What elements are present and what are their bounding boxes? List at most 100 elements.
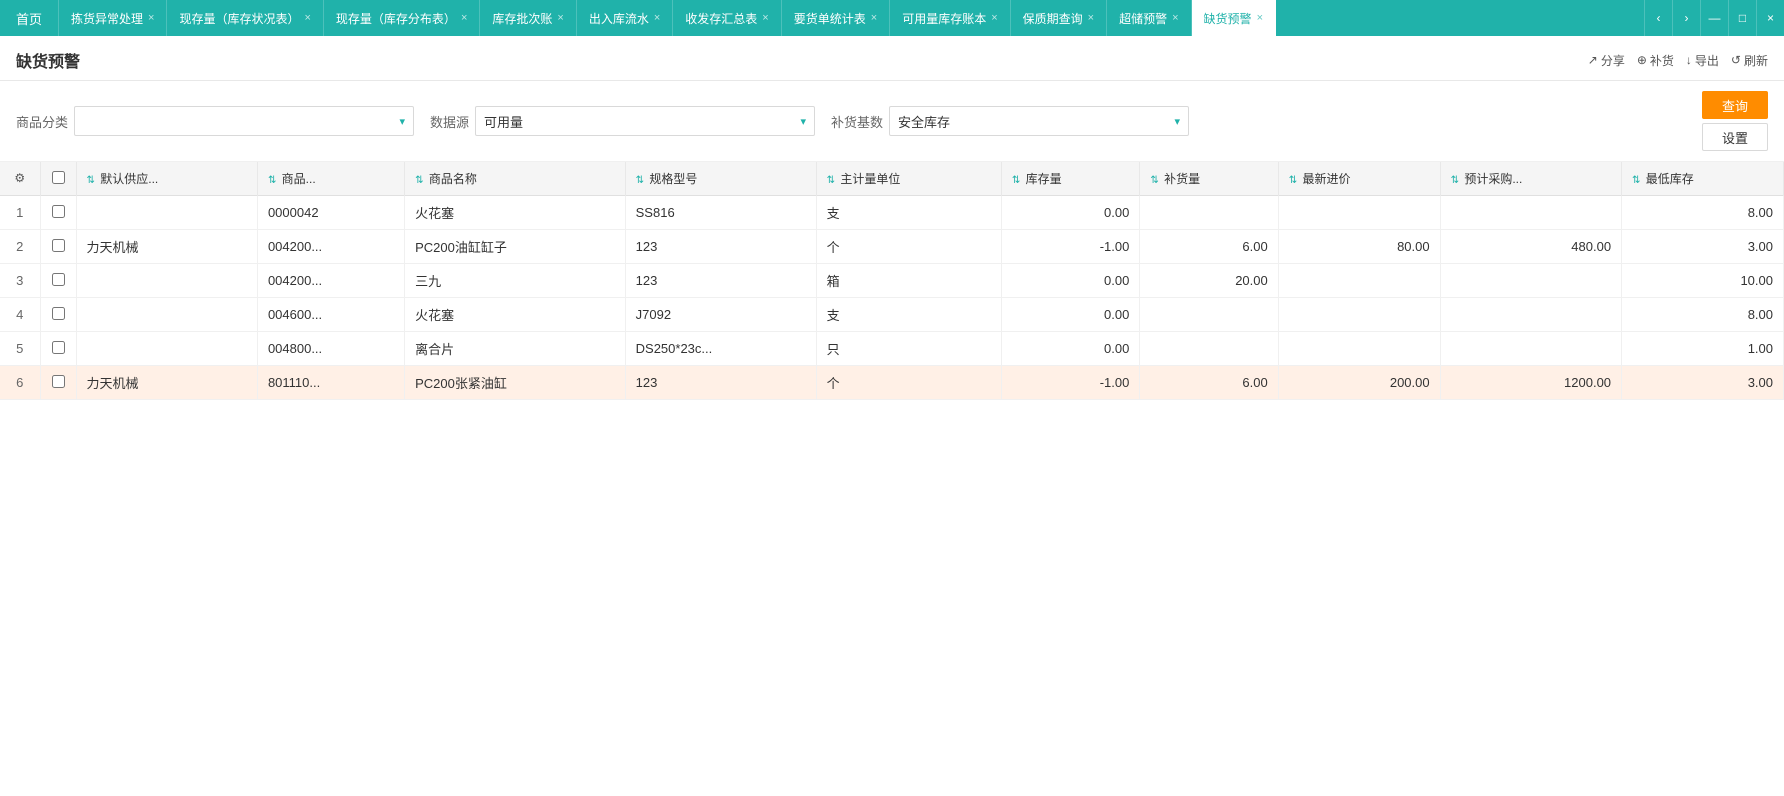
row-product-name: PC200油缸缸子: [405, 230, 626, 264]
row-checkbox[interactable]: [52, 375, 65, 388]
row-checkbox[interactable]: [52, 341, 65, 354]
page-title: 缺货预警: [16, 48, 80, 72]
nav-arrow-left[interactable]: ‹: [1644, 0, 1672, 36]
row-spec: J7092: [625, 298, 816, 332]
row-unit: 箱: [816, 264, 1001, 298]
col-checkbox[interactable]: [40, 162, 76, 196]
tab-overstock-close[interactable]: ×: [1172, 12, 1178, 24]
row-unit: 支: [816, 196, 1001, 230]
nav-maximize[interactable]: □: [1728, 0, 1756, 36]
share-action[interactable]: ↗ 分享: [1588, 52, 1625, 69]
datasource-arrow-icon: ▾: [801, 115, 807, 128]
col-spec-sort: ⇅: [636, 175, 644, 186]
col-est-purchase[interactable]: ⇅ 预计采购...: [1440, 162, 1621, 196]
col-replenish-sort: ⇅: [1150, 175, 1158, 186]
tab-stock-status-close[interactable]: ×: [304, 12, 310, 24]
col-supplier[interactable]: ⇅ 默认供应...: [76, 162, 257, 196]
row-replenish: [1140, 196, 1278, 230]
tab-order-stat-close[interactable]: ×: [871, 12, 877, 24]
row-checkbox-cell[interactable]: [40, 332, 76, 366]
refresh-label: 刷新: [1744, 52, 1768, 69]
tab-recv-summary-close[interactable]: ×: [762, 12, 768, 24]
tab-abnormal-label: 拣货异常处理: [71, 10, 143, 27]
tab-abnormal[interactable]: 拣货异常处理 ×: [59, 0, 167, 36]
tab-batch-account-close[interactable]: ×: [557, 12, 563, 24]
nav-close[interactable]: ×: [1756, 0, 1784, 36]
tab-expiry-query-close[interactable]: ×: [1088, 12, 1094, 24]
gear-icon[interactable]: ⚙: [12, 171, 28, 187]
tab-shortage-close[interactable]: ×: [1257, 12, 1263, 24]
row-spec: 123: [625, 366, 816, 400]
query-button[interactable]: 查询: [1702, 91, 1768, 119]
col-replenish-label: 补货量: [1164, 172, 1200, 186]
col-stock-label: 库存量: [1026, 172, 1062, 186]
row-replenish: 20.00: [1140, 264, 1278, 298]
row-checkbox[interactable]: [52, 239, 65, 252]
row-stock: 0.00: [1001, 264, 1139, 298]
tab-overstock[interactable]: 超储预警 ×: [1107, 0, 1191, 36]
tab-stock-status[interactable]: 现存量（库存状况表） ×: [167, 0, 323, 36]
row-spec: 123: [625, 264, 816, 298]
nav-arrow-right[interactable]: ›: [1672, 0, 1700, 36]
row-checkbox[interactable]: [52, 205, 65, 218]
row-checkbox-cell[interactable]: [40, 298, 76, 332]
row-checkbox[interactable]: [52, 307, 65, 320]
page-container: 缺货预警 ↗ 分享 ⊕ 补货 ↓ 导出 ↺ 刷新 商品分类: [0, 36, 1784, 796]
col-latest-price[interactable]: ⇅ 最新进价: [1278, 162, 1440, 196]
col-stock[interactable]: ⇅ 库存量: [1001, 162, 1139, 196]
category-label: 商品分类: [16, 112, 68, 131]
row-num: 5: [0, 332, 40, 366]
tab-stock-dist-close[interactable]: ×: [461, 12, 467, 24]
tab-abnormal-close[interactable]: ×: [148, 12, 154, 24]
table-row: 2 力天机械 004200... PC200油缸缸子 123 个 -1.00 6…: [0, 230, 1784, 264]
row-stock: -1.00: [1001, 366, 1139, 400]
row-spec: SS816: [625, 196, 816, 230]
tab-batch-account[interactable]: 库存批次账 ×: [480, 0, 576, 36]
select-all-checkbox[interactable]: [52, 171, 65, 184]
replenish-action[interactable]: ⊕ 补货: [1637, 52, 1674, 69]
row-supplier: 力天机械: [76, 230, 257, 264]
col-unit[interactable]: ⇅ 主计量单位: [816, 162, 1001, 196]
category-select[interactable]: ▾: [74, 106, 414, 136]
tab-inout-flow[interactable]: 出入库流水 ×: [577, 0, 673, 36]
row-checkbox[interactable]: [52, 273, 65, 286]
category-arrow-icon: ▾: [399, 115, 405, 128]
refresh-action[interactable]: ↺ 刷新: [1731, 52, 1768, 69]
col-product-name[interactable]: ⇅ 商品名称: [405, 162, 626, 196]
tab-stock-dist[interactable]: 现存量（库存分布表） ×: [324, 0, 480, 36]
datasource-select[interactable]: 可用量 ▾: [475, 106, 815, 136]
col-product-code[interactable]: ⇅ 商品...: [257, 162, 404, 196]
tab-order-stat[interactable]: 要货单统计表 ×: [782, 0, 890, 36]
tab-shortage[interactable]: 缺货预警 ×: [1192, 0, 1276, 36]
row-min-stock: 3.00: [1622, 366, 1784, 400]
row-checkbox-cell[interactable]: [40, 366, 76, 400]
replenish-base-select[interactable]: 安全库存 ▾: [889, 106, 1189, 136]
tab-recv-summary[interactable]: 收发存汇总表 ×: [673, 0, 781, 36]
col-product-code-label: 商品...: [282, 172, 316, 186]
row-checkbox-cell[interactable]: [40, 230, 76, 264]
home-label: 首页: [16, 9, 42, 28]
share-icon: ↗: [1588, 53, 1598, 67]
row-replenish: [1140, 332, 1278, 366]
col-min-stock[interactable]: ⇅ 最低库存: [1622, 162, 1784, 196]
export-action[interactable]: ↓ 导出: [1686, 52, 1719, 69]
row-num: 1: [0, 196, 40, 230]
filter-group-category: 商品分类 ▾: [16, 106, 414, 136]
row-est-purchase: [1440, 332, 1621, 366]
col-replenish[interactable]: ⇅ 补货量: [1140, 162, 1278, 196]
tab-available-ledger[interactable]: 可用量库存账本 ×: [890, 0, 1010, 36]
col-unit-sort: ⇅: [827, 175, 835, 186]
col-spec[interactable]: ⇅ 规格型号: [625, 162, 816, 196]
row-unit: 个: [816, 366, 1001, 400]
data-table: ⚙ ⇅ 默认供应... ⇅ 商品... ⇅ 商品名称: [0, 162, 1784, 400]
row-checkbox-cell[interactable]: [40, 196, 76, 230]
tab-inout-flow-close[interactable]: ×: [654, 12, 660, 24]
tab-expiry-query[interactable]: 保质期查询 ×: [1011, 0, 1107, 36]
col-settings[interactable]: ⚙: [0, 162, 40, 196]
row-checkbox-cell[interactable]: [40, 264, 76, 298]
tab-home[interactable]: 首页: [0, 0, 59, 36]
tab-available-ledger-close[interactable]: ×: [991, 12, 997, 24]
settings-button[interactable]: 设置: [1702, 123, 1768, 151]
row-stock: 0.00: [1001, 196, 1139, 230]
nav-minimize[interactable]: —: [1700, 0, 1728, 36]
